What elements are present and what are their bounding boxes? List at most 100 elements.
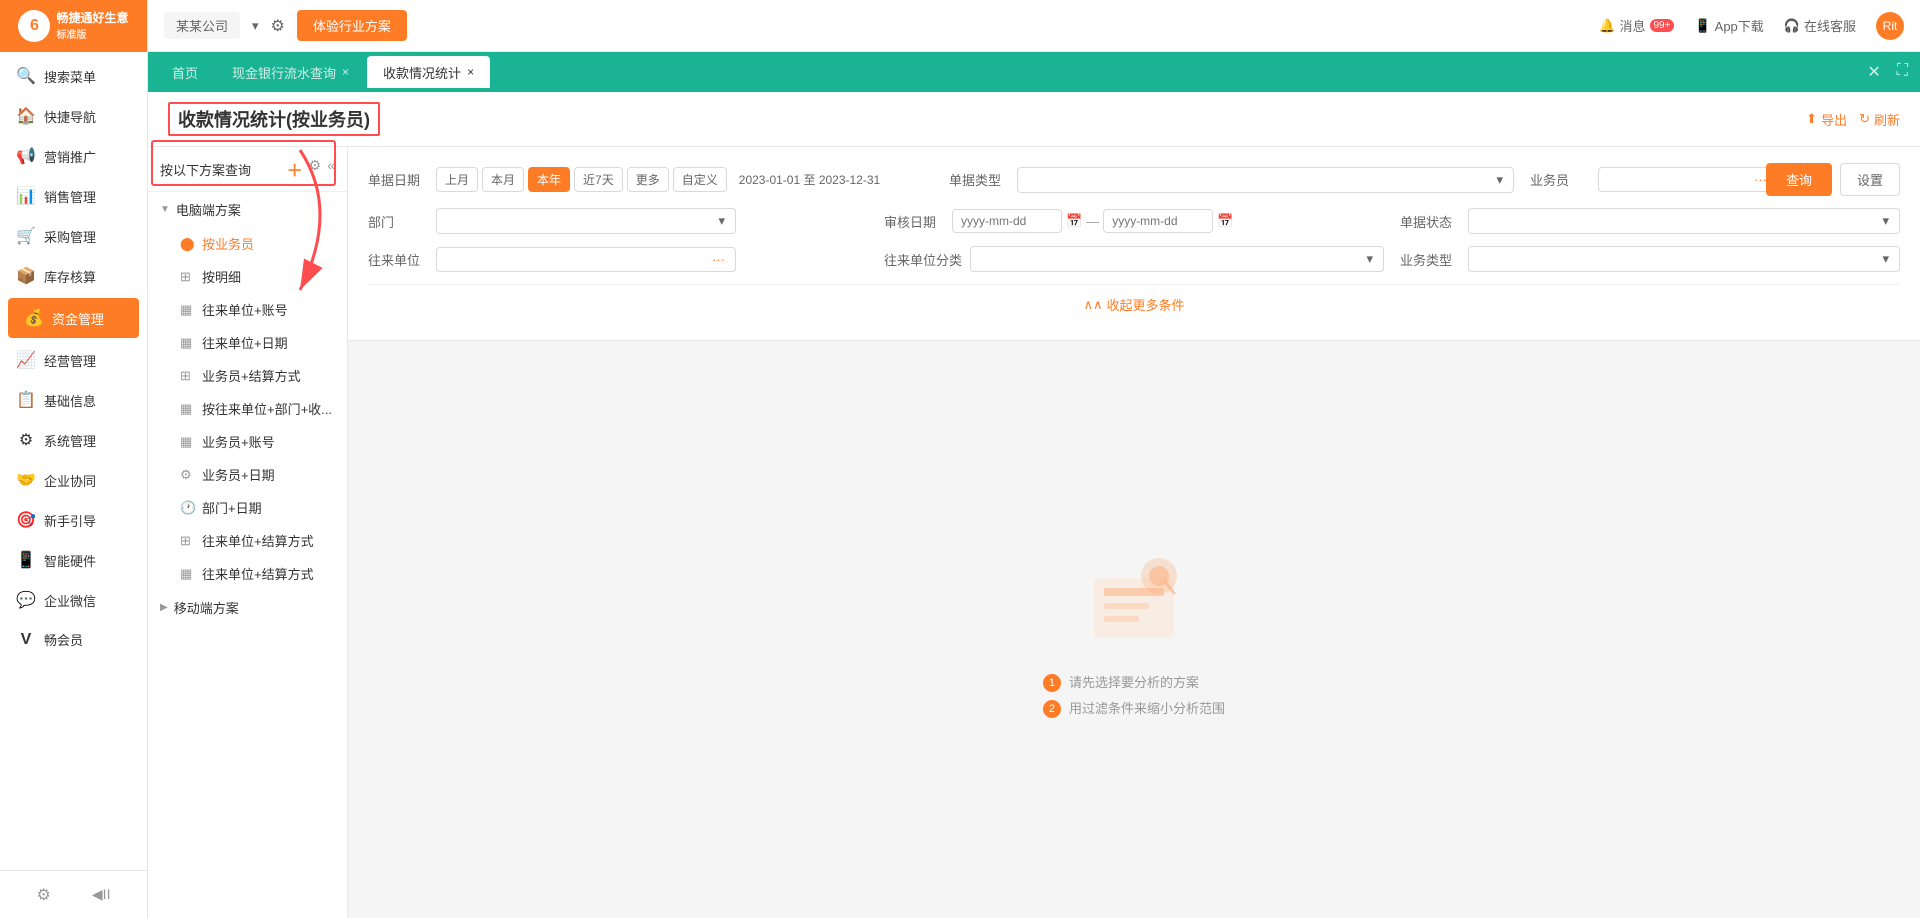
- date-more[interactable]: 更多: [627, 167, 669, 192]
- tree-leaf-partner-account[interactable]: ▦ 往来单位+账号: [156, 293, 347, 326]
- sidebar-item-search[interactable]: 🔍 搜索菜单: [0, 56, 147, 96]
- export-button[interactable]: ⬆ 导出: [1806, 110, 1847, 129]
- sidebar-item-hardware[interactable]: 📱 智能硬件: [0, 540, 147, 580]
- service-icon: 🎧: [1784, 18, 1800, 34]
- empty-step-2: 2 用过滤条件来缩小分析范围: [1043, 696, 1225, 722]
- tab-collection[interactable]: 收款情况统计 ×: [367, 56, 490, 88]
- sidebar-label-finance: 资金管理: [52, 309, 104, 328]
- partner-category-select[interactable]: ▾: [970, 246, 1384, 272]
- panel-settings-icon[interactable]: ⚙: [309, 157, 322, 181]
- sidebar-item-basic[interactable]: 📋 基础信息: [0, 380, 147, 420]
- tree-leaf-detail[interactable]: ⊞ 按明细: [156, 260, 347, 293]
- tree-leaf-partner-date[interactable]: ▦ 往来单位+日期: [156, 326, 347, 359]
- tab-bank-label: 现金银行流水查询: [232, 63, 336, 82]
- doc-type-select[interactable]: ▾: [1017, 167, 1514, 193]
- sidebar-label-quicknav: 快捷导航: [44, 107, 96, 126]
- tab-fullscreen-icon[interactable]: ⛶: [1893, 58, 1912, 86]
- tree-leaf-salesperson-date[interactable]: ⚙ 业务员+日期: [156, 458, 347, 491]
- tab-bank[interactable]: 现金银行流水查询 ×: [216, 56, 365, 88]
- sidebar-item-corp[interactable]: 🤝 企业协同: [0, 460, 147, 500]
- tree-leaf-salesperson[interactable]: ⬤ 按业务员: [156, 227, 347, 260]
- sidebar: 6 畅捷通好生意 标准版 🔍 搜索菜单 🏠 快捷导航 📢 营销推广 📊 销售管理…: [0, 0, 148, 918]
- leaf-salesperson-settlement-label: 业务员+结算方式: [202, 366, 301, 385]
- dropdown-icon[interactable]: ▾: [252, 18, 259, 34]
- tab-close-all-icon[interactable]: ✕: [1863, 58, 1884, 86]
- sidebar-item-purchase[interactable]: 🛒 采购管理: [0, 216, 147, 256]
- date-last-7[interactable]: 近7天: [574, 167, 623, 192]
- audit-date-to-input[interactable]: [1103, 209, 1213, 233]
- sidebar-item-sales[interactable]: 📊 销售管理: [0, 176, 147, 216]
- tab-collection-label: 收款情况统计: [383, 63, 461, 82]
- leaf-detail-label: 按明细: [202, 267, 241, 286]
- query-button[interactable]: 查询: [1766, 163, 1832, 196]
- tab-collection-close[interactable]: ×: [467, 65, 474, 79]
- date-this-year[interactable]: 本年: [528, 167, 570, 192]
- settings-button[interactable]: 设置: [1840, 163, 1900, 196]
- date-last-month[interactable]: 上月: [436, 167, 478, 192]
- refresh-button[interactable]: ↻ 刷新: [1859, 110, 1900, 129]
- tab-bank-close[interactable]: ×: [342, 65, 349, 79]
- wechat-icon: 💬: [16, 590, 36, 610]
- trial-button[interactable]: 体验行业方案: [297, 10, 407, 41]
- calendar-to-icon[interactable]: 📅: [1217, 213, 1233, 229]
- partner-settlement1-icon: ⊞: [180, 533, 196, 549]
- panel-collapse-icon[interactable]: «: [327, 157, 335, 181]
- doc-status-chevron: ▾: [1882, 213, 1889, 229]
- footer-collapse-icon[interactable]: ◀II: [92, 886, 111, 903]
- sidebar-label-marketing: 营销推广: [44, 147, 96, 166]
- dept-filter-item: 部门 ▾: [368, 208, 868, 234]
- tree-desktop-header[interactable]: ▼ 电脑端方案: [148, 192, 347, 227]
- filter-row-1: 单据日期 上月 本月 本年 近7天 更多 自定义 2023-01-01 至 20…: [368, 163, 1900, 196]
- date-this-month[interactable]: 本月: [482, 167, 524, 192]
- biz-type-select[interactable]: ▾: [1468, 246, 1900, 272]
- partner-select[interactable]: ···: [436, 247, 736, 272]
- notification-label: 消息: [1619, 16, 1645, 35]
- tree-leaf-partner-settlement2[interactable]: ▦ 往来单位+结算方式: [156, 557, 347, 590]
- doc-type-label: 单据类型: [949, 170, 1009, 189]
- calendar-from-icon[interactable]: 📅: [1066, 213, 1082, 229]
- sidebar-item-wechat[interactable]: 💬 企业微信: [0, 580, 147, 620]
- service-item[interactable]: 🎧 在线客服: [1784, 16, 1856, 35]
- footer-settings-icon[interactable]: ⚙: [37, 885, 51, 905]
- sidebar-item-quicknav[interactable]: 🏠 快捷导航: [0, 96, 147, 136]
- doc-status-select[interactable]: ▾: [1468, 208, 1900, 234]
- doc-type-filter-item: 单据类型 ▾: [949, 167, 1514, 193]
- biz-type-chevron: ▾: [1882, 251, 1889, 267]
- download-icon: 📱: [1694, 18, 1710, 34]
- date-custom[interactable]: 自定义: [673, 167, 727, 192]
- tree-leaf-salesperson-account[interactable]: ▦ 业务员+账号: [156, 425, 347, 458]
- salesperson-icon: ⬤: [180, 236, 196, 252]
- sidebar-item-inventory[interactable]: 📦 库存核算: [0, 256, 147, 296]
- sidebar-item-operations[interactable]: 📈 经营管理: [0, 340, 147, 380]
- sidebar-item-finance[interactable]: 💰 资金管理: [8, 298, 139, 338]
- sidebar-item-marketing[interactable]: 📢 营销推广: [0, 136, 147, 176]
- sidebar-item-guide[interactable]: 🎯 新手引导: [0, 500, 147, 540]
- sidebar-item-member[interactable]: V 畅会员: [0, 620, 147, 659]
- tree-leaf-dept-date[interactable]: 🕐 部门+日期: [156, 491, 347, 524]
- tree-mobile-header[interactable]: ▶ 移动端方案: [148, 590, 347, 625]
- tree-leaf-salesperson-settlement[interactable]: ⊞ 业务员+结算方式: [156, 359, 347, 392]
- download-item[interactable]: 📱 App下载: [1694, 16, 1763, 35]
- salesperson-select[interactable]: ···: [1598, 167, 1778, 192]
- system-icon: ⚙: [16, 430, 36, 450]
- collapse-bar[interactable]: ∧∧ 收起更多条件: [368, 284, 1900, 324]
- panel-add-icon[interactable]: ＋: [287, 157, 303, 181]
- audit-date-from-input[interactable]: [952, 209, 1062, 233]
- logo-icon: 6: [18, 10, 50, 42]
- sidebar-label-system: 系统管理: [44, 431, 96, 450]
- tab-home[interactable]: 首页: [156, 56, 214, 88]
- sidebar-label-basic: 基础信息: [44, 391, 96, 410]
- notification-item[interactable]: 🔔 消息 99+: [1599, 16, 1674, 35]
- filter-actions: 查询 设置: [1766, 163, 1900, 196]
- dept-select[interactable]: ▾: [436, 208, 736, 234]
- sidebar-item-system[interactable]: ⚙ 系统管理: [0, 420, 147, 460]
- collapse-label: 收起更多条件: [1107, 295, 1185, 314]
- tree-leaf-partner-dept[interactable]: ▦ 按往来单位+部门+收...: [156, 392, 347, 425]
- leaf-partner-dept-label: 按往来单位+部门+收...: [202, 399, 332, 418]
- tree-leaf-partner-settlement1[interactable]: ⊞ 往来单位+结算方式: [156, 524, 347, 557]
- tree-desktop-children: ⬤ 按业务员 ⊞ 按明细 ▦ 往来单位+账号 ▦: [148, 227, 347, 590]
- header-gear-icon[interactable]: ⚙: [271, 16, 285, 36]
- user-avatar[interactable]: Rit: [1876, 12, 1904, 40]
- audit-date-label: 审核日期: [884, 212, 944, 231]
- partner-category-chevron: ▾: [1366, 251, 1373, 267]
